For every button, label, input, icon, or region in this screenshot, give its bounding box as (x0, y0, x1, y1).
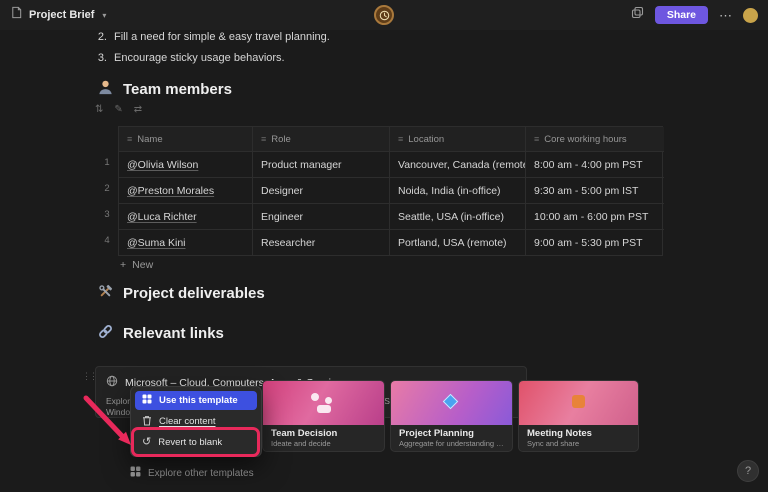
team-members-heading: Team members (97, 79, 232, 100)
template-card-project-planning[interactable]: Project Planning Aggregate for understan… (390, 380, 513, 452)
table-toolbar: ⇅ ✎ ⇄ (95, 104, 142, 115)
column-header-location[interactable]: ≡Location (390, 127, 526, 151)
annotation-arrow (78, 392, 140, 452)
column-grip-icon: ≡ (127, 134, 132, 144)
links-heading: Relevant links (97, 323, 224, 344)
clock-badge-icon (374, 5, 394, 25)
template-title: Team Decision (271, 428, 376, 439)
cell-hours[interactable]: 9:30 am - 5:00 pm IST (526, 177, 664, 203)
cell-name[interactable]: @Luca Richter (119, 203, 253, 229)
tools-emoji-icon (97, 283, 114, 304)
annotation-highlight-box (131, 427, 260, 457)
template-card-meeting-notes[interactable]: Meeting Notes Sync and share (518, 380, 639, 452)
cell-hours[interactable]: 10:00 am - 6:00 pm PST (526, 203, 664, 229)
cell-location[interactable]: Vancouver, Canada (remote) (390, 151, 526, 177)
gem-icon (443, 394, 459, 410)
notion-window: Project Brief ▾ Share ⋯ 2. Fill a need f… (0, 0, 768, 492)
column-header-hours[interactable]: ≡Core working hours (526, 127, 664, 151)
row-number: 4 (99, 235, 115, 246)
template-thumbnail (263, 381, 384, 425)
add-row-button[interactable]: + New (120, 259, 153, 271)
column-header-role[interactable]: ≡Role (253, 127, 390, 151)
template-thumbnail (519, 381, 638, 425)
column-grip-icon: ≡ (398, 134, 403, 144)
list-text: Fill a need for simple & easy travel pla… (114, 31, 330, 43)
more-options-icon[interactable]: ⋯ (719, 9, 732, 22)
cell-location[interactable]: Seattle, USA (in-office) (390, 203, 526, 229)
template-title: Meeting Notes (527, 428, 630, 439)
template-subtitle: Sync and share (527, 439, 630, 448)
cell-role[interactable]: Designer (253, 177, 390, 203)
row-number: 1 (99, 157, 115, 168)
cell-hours[interactable]: 9:00 am - 5:30 pm PST (526, 229, 664, 255)
plus-icon: + (120, 259, 126, 271)
list-item[interactable]: 2. Fill a need for simple & easy travel … (97, 31, 657, 43)
heading-text: Relevant links (123, 325, 224, 342)
cell-name[interactable]: @Olivia Wilson (119, 151, 253, 177)
column-grip-icon: ≡ (261, 134, 266, 144)
help-button[interactable]: ? (737, 460, 759, 482)
cell-name[interactable]: @Preston Morales (119, 177, 253, 203)
cell-location[interactable]: Portland, USA (remote) (390, 229, 526, 255)
cell-role[interactable]: Product manager (253, 151, 390, 177)
menu-item-use-this-template[interactable]: Use this template (135, 391, 257, 410)
link-emoji-icon (97, 323, 114, 344)
explore-other-templates-button[interactable]: Explore other templates (130, 466, 254, 480)
column-grip-icon: ≡ (534, 134, 539, 144)
pencil-icon[interactable]: ✎ (114, 104, 122, 115)
avatar[interactable] (743, 8, 758, 23)
deliverables-heading: Project deliverables (97, 283, 265, 304)
row-number: 3 (99, 209, 115, 220)
row-number: 2 (99, 183, 115, 194)
sort-icon[interactable]: ⇅ (95, 104, 103, 115)
cell-location[interactable]: Noida, India (in-office) (390, 177, 526, 203)
drag-handle-icon[interactable]: ⋮⋮ (82, 371, 96, 382)
cell-hours[interactable]: 8:00 am - 4:00 pm PST (526, 151, 664, 177)
column-header-name[interactable]: ≡Name (119, 127, 253, 151)
topbar: Project Brief ▾ Share ⋯ (0, 0, 768, 30)
page-icon[interactable] (10, 6, 23, 24)
duplicate-icon[interactable] (631, 6, 644, 24)
list-marker: 3. (97, 52, 107, 64)
template-thumbnail (391, 381, 512, 425)
chevron-down-icon[interactable]: ▾ (102, 11, 106, 20)
heading-text: Project deliverables (123, 285, 265, 302)
team-table: ≡Name ≡Role ≡Location ≡Core working hour… (118, 126, 663, 256)
list-marker: 2. (97, 31, 107, 43)
template-subtitle: Aggregate for understanding an... (399, 439, 504, 448)
heading-text: Team members (123, 81, 232, 98)
cell-role[interactable]: Researcher (253, 229, 390, 255)
list-item[interactable]: 3. Encourage sticky usage behaviors. (97, 52, 657, 64)
templates-grid-icon (130, 466, 141, 480)
share-button[interactable]: Share (655, 6, 708, 24)
swap-icon[interactable]: ⇄ (134, 104, 142, 115)
cell-name[interactable]: @Suma Kini (119, 229, 253, 255)
note-icon (572, 395, 585, 408)
person-emoji-icon (97, 79, 114, 100)
list-text: Encourage sticky usage behaviors. (114, 52, 285, 64)
page-title[interactable]: Project Brief (29, 9, 94, 21)
template-subtitle: Ideate and decide (271, 439, 376, 448)
globe-icon (106, 374, 118, 392)
template-grid-icon (142, 394, 152, 407)
template-card-team-decision[interactable]: Team Decision Ideate and decide (262, 380, 385, 452)
template-title: Project Planning (399, 428, 504, 439)
cell-role[interactable]: Engineer (253, 203, 390, 229)
